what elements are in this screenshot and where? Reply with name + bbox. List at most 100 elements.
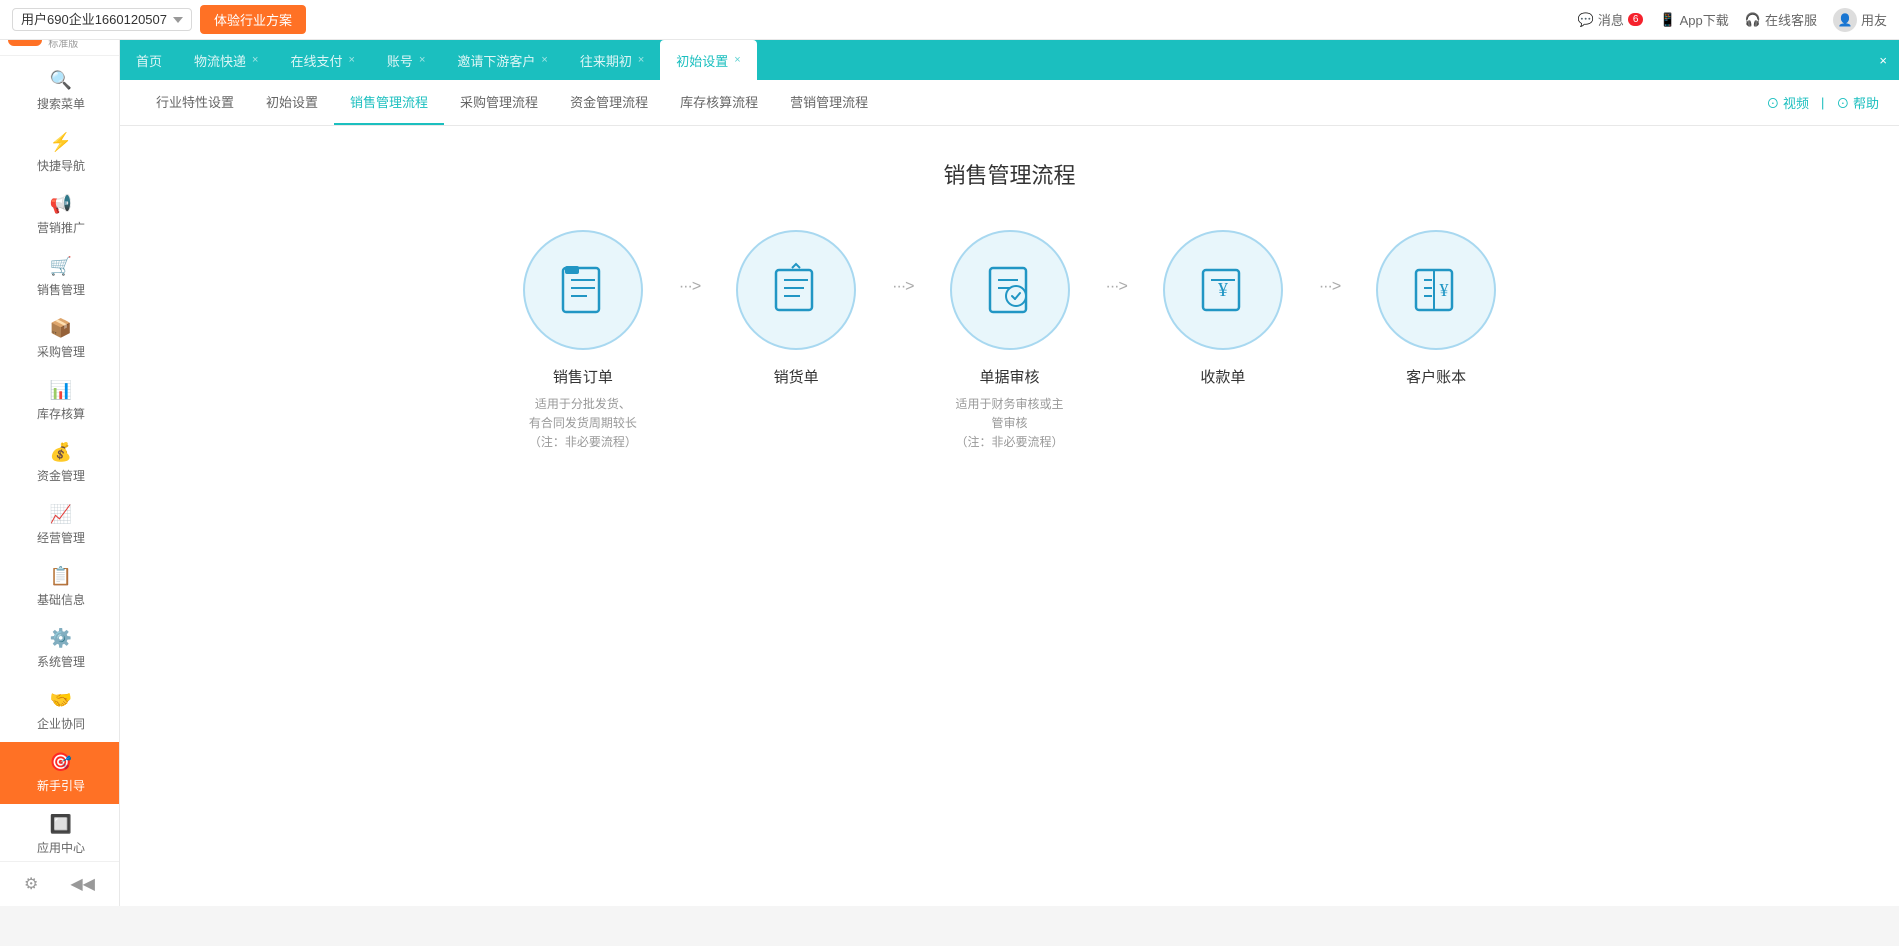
sidebar-bottom: ⚙ ◀◀ <box>0 861 119 906</box>
headset-icon: 🎧 <box>1745 12 1761 28</box>
sidebar-label-7: 经营管理 <box>37 529 85 546</box>
sidebar-item-库存核算[interactable]: 📊 库存核算 <box>0 370 119 432</box>
nav-tab-label-1: 物流快递 <box>194 51 246 70</box>
sidebar-label-5: 库存核算 <box>37 405 85 422</box>
page-tab-6[interactable]: 营销管理流程 <box>774 80 884 125</box>
sidebar-item-经营管理[interactable]: 📈 经营管理 <box>0 494 119 556</box>
flow-diagram: 销售订单适用于分批发货、 有合同发货周期较长 （注：非必要流程）···> 销货单… <box>120 230 1899 513</box>
flow-step-approval[interactable]: 单据审核适用于财务审核或主 管审核 （注：非必要流程） <box>920 230 1100 453</box>
nav-tab-close-6[interactable]: × <box>734 54 740 66</box>
message-icon: 💬 <box>1578 12 1594 28</box>
nav-tab-3[interactable]: 账号 × <box>371 40 441 80</box>
flow-step-name-sales-invoice: 销货单 <box>774 366 819 387</box>
sidebar-label-6: 资金管理 <box>37 467 85 484</box>
sidebar-icon-10: 🤝 <box>50 690 72 711</box>
sidebar-item-系统管理[interactable]: ⚙️系统管理 <box>0 618 119 680</box>
page-tab-1[interactable]: 初始设置 <box>250 80 334 125</box>
flow-step-name-receipt: 收款单 <box>1200 366 1245 387</box>
sidebar-icon-8: 📋 <box>50 566 72 587</box>
flow-step-account-book[interactable]: ¥ 客户账本 <box>1346 230 1526 395</box>
download-icon: 📱 <box>1659 12 1675 28</box>
sidebar-label-10: 企业协同 <box>37 715 85 732</box>
sidebar-icon-6: 💰 <box>50 442 72 463</box>
flow-step-name-sales-order: 销售订单 <box>553 366 613 387</box>
top-bar: 用户690企业1660120507 体验行业方案 💬 消息 6 📱 App下载 … <box>0 0 1899 40</box>
help-link[interactable]: ⊙ 帮助 <box>1836 93 1879 112</box>
page-tab-0[interactable]: 行业特性设置 <box>140 80 250 125</box>
nav-tab-close-1[interactable]: × <box>252 54 258 66</box>
page-tab-5[interactable]: 库存核算流程 <box>664 80 774 125</box>
sidebar-label-3: 销售管理 <box>37 281 85 298</box>
sidebar-label-4: 采购管理 <box>37 343 85 360</box>
sidebar-item-快捷导航[interactable]: ⚡快捷导航 <box>0 122 119 184</box>
sidebar-icon-3: 🛒 <box>50 256 72 277</box>
nav-tab-label-5: 往来期初 <box>580 51 632 70</box>
page-tab-3[interactable]: 采购管理流程 <box>444 80 554 125</box>
flow-arrow-2: ···> <box>886 278 919 296</box>
sidebar-label-11: 新手引导 <box>37 777 85 794</box>
online-service-item[interactable]: 🎧 在线客服 <box>1745 10 1817 29</box>
sidebar-label-0: 搜索菜单 <box>37 95 85 112</box>
page-tab-2[interactable]: 销售管理流程 <box>334 80 444 125</box>
sidebar-item-基础信息[interactable]: 📋基础信息 <box>0 556 119 618</box>
sidebar-icon-5: 📊 <box>50 380 72 401</box>
flow-step-name-approval: 单据审核 <box>979 366 1039 387</box>
video-help-link[interactable]: ⊙ 视频 <box>1766 93 1809 112</box>
flow-circle-approval <box>950 230 1070 350</box>
nav-tabs-bar: 首页物流快递×在线支付×账号×邀请下游客户×往来期初×初始设置×× <box>120 40 1899 80</box>
nav-tab-2[interactable]: 在线支付× <box>274 40 370 80</box>
collapse-icon[interactable]: ◀◀ <box>66 870 99 898</box>
nav-tab-close-4[interactable]: × <box>541 54 547 66</box>
flow-step-name-account-book: 客户账本 <box>1406 366 1466 387</box>
flow-step-receipt[interactable]: ¥ 收款单 <box>1133 230 1313 395</box>
sidebar-item-采购管理[interactable]: 📦采购管理 <box>0 308 119 370</box>
flow-circle-receipt: ¥ <box>1163 230 1283 350</box>
sidebar-item-资金管理[interactable]: 💰 资金管理 <box>0 432 119 494</box>
user-select[interactable]: 用户690企业1660120507 <box>12 8 192 31</box>
flow-circle-sales-invoice <box>736 230 856 350</box>
nav-tab-5[interactable]: 往来期初 × <box>564 40 660 80</box>
content-area: 行业特性设置初始设置销售管理流程采购管理流程资金管理流程库存核算流程营销管理流程… <box>120 80 1899 906</box>
page-tab-4[interactable]: 资金管理流程 <box>554 80 664 125</box>
sidebar-icon-0: 🔍 <box>50 70 72 91</box>
nav-tab-6[interactable]: 初始设置 × <box>660 40 756 80</box>
nav-tab-close-5[interactable]: × <box>638 54 644 66</box>
nav-tab-label-6: 初始设置 <box>676 51 728 70</box>
nav-tab-close-2[interactable]: × <box>348 54 354 66</box>
sidebar-item-企业协同[interactable]: 🤝 企业协同 <box>0 680 119 742</box>
sidebar-icon-7: 📈 <box>50 504 72 525</box>
settings-icon[interactable]: ⚙ <box>20 870 42 898</box>
flow-circle-account-book: ¥ <box>1376 230 1496 350</box>
nav-tab-close-3[interactable]: × <box>419 54 425 66</box>
sidebar-item-应用中心[interactable]: 🔲 应用中心 <box>0 804 119 861</box>
sidebar-icon-11: 🎯 <box>50 752 72 773</box>
user-avatar: 👤 <box>1833 8 1857 32</box>
flow-step-sales-invoice[interactable]: 销货单 <box>706 230 886 395</box>
flow-circle-sales-order <box>523 230 643 350</box>
close-all-tabs[interactable]: × <box>1879 53 1887 68</box>
main-wrap: 首页物流快递×在线支付×账号×邀请下游客户×往来期初×初始设置×× 行业特性设置… <box>120 40 1899 906</box>
flow-step-desc-sales-order: 适用于分批发货、 有合同发货周期较长 （注：非必要流程） <box>529 395 637 453</box>
nav-tab-4[interactable]: 邀请下游客户× <box>441 40 563 80</box>
nav-tab-label-3: 账号 <box>387 51 413 70</box>
sidebar-item-新手引导[interactable]: 🎯 新手引导 <box>0 742 119 804</box>
flow-arrow-1: ···> <box>673 278 706 296</box>
user-item[interactable]: 👤 用友 <box>1833 8 1887 32</box>
nav-tab-0[interactable]: 首页 <box>120 40 178 80</box>
sidebar-icon-9: ⚙️ <box>50 628 72 649</box>
sidebar-label-12: 应用中心 <box>37 839 85 856</box>
page-tabs-left: 行业特性设置初始设置销售管理流程采购管理流程资金管理流程库存核算流程营销管理流程 <box>140 80 884 125</box>
flow-arrow-4: ···> <box>1313 278 1346 296</box>
svg-text:¥: ¥ <box>1218 279 1228 301</box>
sidebar-item-销售管理[interactable]: 🛒 销售管理 <box>0 246 119 308</box>
nav-tab-1[interactable]: 物流快递 × <box>178 40 274 80</box>
sidebar-item-搜索菜单[interactable]: 🔍 搜索菜单 <box>0 60 119 122</box>
message-badge: 6 <box>1628 13 1644 26</box>
trial-btn[interactable]: 体验行业方案 <box>200 5 306 34</box>
sidebar-item-营销推广[interactable]: 📢营销推广 <box>0 184 119 246</box>
sidebar-menu: 🔍 搜索菜单 ⚡快捷导航📢营销推广 🛒 销售管理 📦采购管理 📊 库存核算 💰 资金管理 📈 经营管理… <box>0 56 119 861</box>
sidebar-icon-12: 🔲 <box>50 814 72 835</box>
messages-item[interactable]: 💬 消息 6 <box>1578 10 1644 29</box>
flow-step-sales-order[interactable]: 销售订单适用于分批发货、 有合同发货周期较长 （注：非必要流程） <box>493 230 673 453</box>
app-download-item[interactable]: 📱 App下载 <box>1659 10 1728 29</box>
